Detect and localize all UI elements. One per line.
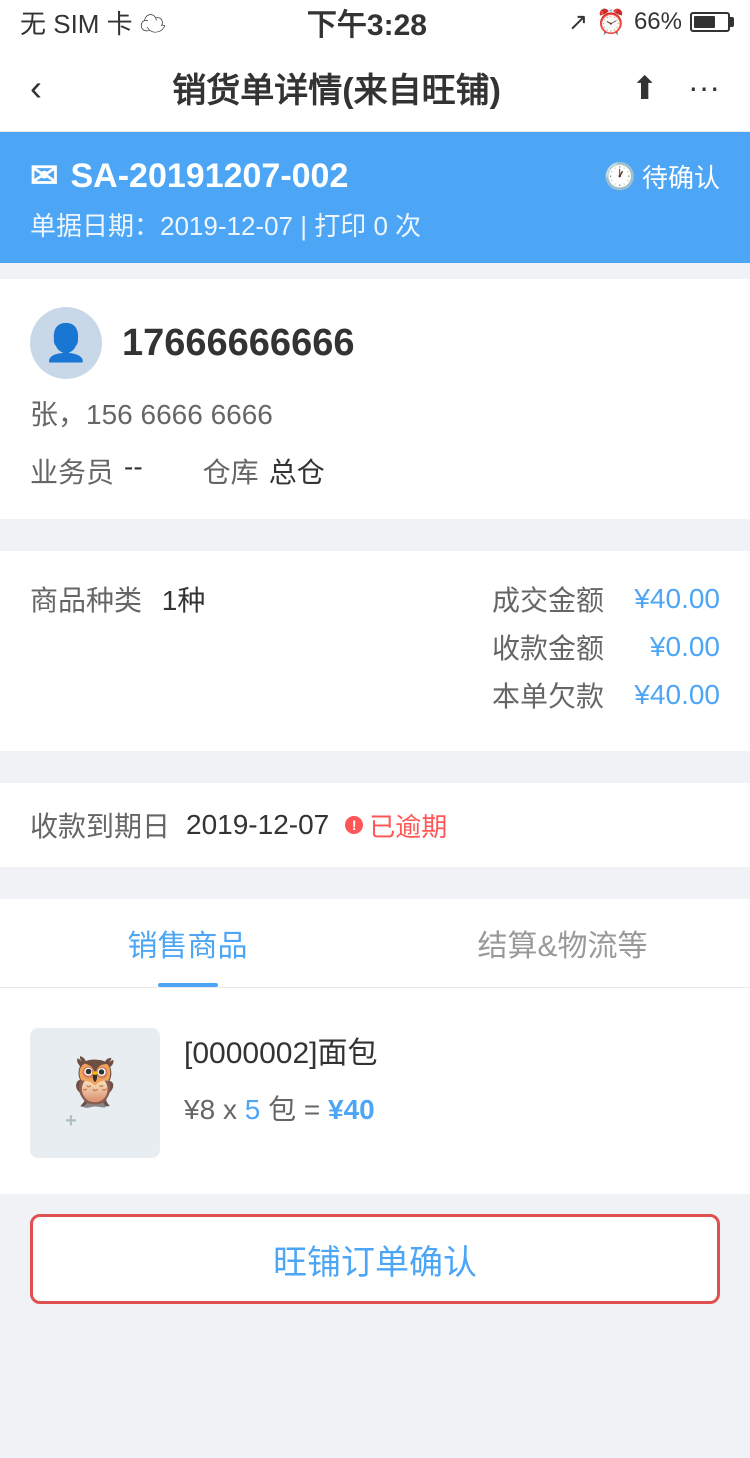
value-received: ¥0.00	[620, 631, 720, 663]
divider-3	[0, 767, 750, 783]
divider-2	[0, 535, 750, 551]
status-right: ↗ ⏰ 66%	[568, 8, 730, 37]
confirm-button-wrap: 旺铺订单确认	[0, 1194, 750, 1334]
product-image: 🦉 +	[30, 1028, 160, 1158]
product-thumbnail: 🦉 +	[65, 1053, 125, 1133]
product-type-section: 商品种类 1种	[30, 579, 205, 619]
battery-icon	[690, 12, 730, 32]
sales-value: --	[124, 451, 143, 491]
more-icon[interactable]: ···	[688, 69, 720, 106]
nav-bar: ‹ 销货单详情(来自旺铺) ⬆ ···	[0, 44, 750, 132]
tab-settlement[interactable]: 结算&物流等	[375, 899, 750, 987]
sales-label: 业务员	[30, 451, 114, 491]
summary-row-1: 收款金额 ¥0.00	[492, 627, 720, 667]
order-id: ✉ SA-20191207-002	[30, 156, 348, 196]
product-qty: 5	[245, 1094, 261, 1125]
back-button[interactable]: ‹	[30, 67, 42, 109]
product-total: ¥40	[328, 1094, 375, 1125]
overdue-badge: ! 已逾期	[345, 807, 447, 844]
tabs-container: 销售商品 结算&物流等	[0, 899, 750, 988]
warehouse-value: 总仓	[269, 451, 325, 491]
warehouse-label: 仓库	[203, 451, 259, 491]
summary-row-2: 本单欠款 ¥40.00	[492, 675, 720, 715]
product-type-label: 商品种类	[30, 585, 142, 616]
product-item-0: 🦉 + [0000002]面包 ¥8 x 5 包 = ¥40	[0, 1008, 750, 1178]
share-icon[interactable]: ⬆	[631, 69, 658, 107]
value-deal: ¥40.00	[620, 583, 720, 615]
customer-meta: 业务员 -- 仓库 总仓	[30, 451, 720, 491]
battery-text: 66%	[634, 8, 682, 36]
alarm-icon: ⏰	[596, 8, 626, 37]
summary-right: 成交金额 ¥40.00 收款金额 ¥0.00 本单欠款 ¥40.00	[492, 579, 720, 723]
summary-row-0: 成交金额 ¥40.00	[492, 579, 720, 619]
customer-card: 👤 17666666666 张，156 6666 6666 业务员 -- 仓库 …	[0, 279, 750, 519]
order-status: 🕐 待确认	[604, 158, 720, 195]
clock-icon: 🕐	[604, 161, 636, 192]
product-name: [0000002]面包	[184, 1028, 720, 1072]
confirm-order-button[interactable]: 旺铺订单确认	[30, 1214, 720, 1304]
tab-indicator	[158, 983, 218, 987]
tab-products-label: 销售商品	[128, 921, 248, 965]
plus-icon: +	[65, 1110, 125, 1133]
divider-1	[0, 263, 750, 279]
customer-phone: 17666666666	[122, 322, 354, 365]
nav-actions: ⬆ ···	[631, 69, 720, 107]
warehouse-meta: 仓库 总仓	[203, 451, 325, 491]
value-owed: ¥40.00	[620, 679, 720, 711]
due-date-card: 收款到期日 2019-12-07 ! 已逾期	[0, 783, 750, 867]
product-list: 🦉 + [0000002]面包 ¥8 x 5 包 = ¥40	[0, 988, 750, 1198]
due-label: 收款到期日	[30, 805, 170, 845]
tab-products[interactable]: 销售商品	[0, 899, 375, 987]
order-icon: ✉	[30, 156, 59, 196]
status-bar: 无 SIM 卡 ☁ 下午3:28 ↗ ⏰ 66%	[0, 0, 750, 44]
customer-name: 张，156 6666 6666	[30, 393, 720, 433]
label-received: 收款金额	[492, 627, 604, 667]
customer-avatar: 👤	[30, 307, 102, 379]
summary-card: 商品种类 1种 成交金额 ¥40.00 收款金额 ¥0.00 本单欠款 ¥40.…	[0, 551, 750, 751]
divider-4	[0, 883, 750, 899]
status-time: 下午3:28	[307, 0, 427, 44]
label-owed: 本单欠款	[492, 675, 604, 715]
product-info: [0000002]面包 ¥8 x 5 包 = ¥40	[184, 1028, 720, 1128]
owl-icon: 🦉	[65, 1053, 125, 1110]
status-left: 无 SIM 卡 ☁	[20, 4, 166, 41]
location-icon: ↗	[568, 8, 588, 37]
overdue-text: 已逾期	[369, 807, 447, 844]
due-date-value: 2019-12-07	[186, 809, 329, 841]
order-date: 单据日期：2019-12-07 | 打印 0 次	[30, 206, 720, 243]
sales-meta: 业务员 --	[30, 451, 143, 491]
order-header: ✉ SA-20191207-002 🕐 待确认 单据日期：2019-12-07 …	[0, 132, 750, 263]
tab-settlement-label: 结算&物流等	[477, 921, 647, 965]
page-title: 销货单详情(来自旺铺)	[172, 63, 501, 112]
product-price-row: ¥8 x 5 包 = ¥40	[184, 1088, 720, 1128]
product-type-value: 1种	[162, 585, 206, 616]
overdue-icon: !	[345, 816, 363, 834]
avatar-icon: 👤	[44, 322, 89, 364]
tabs: 销售商品 结算&物流等	[0, 899, 750, 987]
label-deal: 成交金额	[492, 579, 604, 619]
no-sim-text: 无 SIM 卡 ☁	[20, 4, 166, 41]
